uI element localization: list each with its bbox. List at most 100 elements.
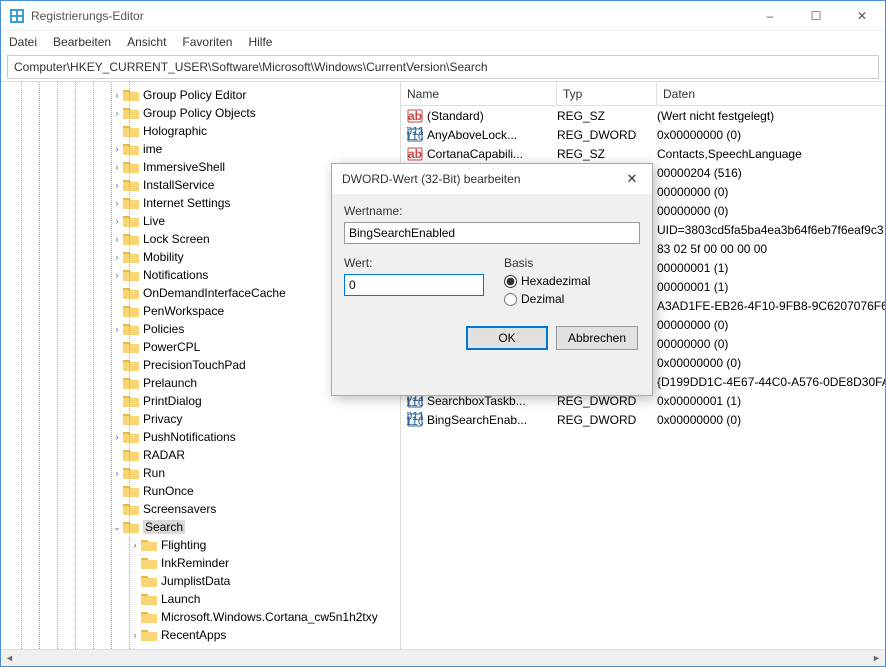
expand-icon[interactable]: › — [111, 432, 123, 442]
tree-item[interactable]: › Group Policy Objects — [1, 104, 400, 122]
cell-data: 00000000 (0) — [657, 318, 885, 332]
tree-item[interactable]: Privacy — [1, 410, 400, 428]
expand-icon[interactable]: › — [111, 162, 123, 172]
tree-item[interactable]: ›Run — [1, 464, 400, 482]
address-bar[interactable]: Computer\HKEY_CURRENT_USER\Software\Micr… — [7, 55, 879, 79]
minimize-button[interactable]: – — [747, 1, 793, 31]
tree-item[interactable]: JumplistData — [1, 572, 400, 590]
reg-sz-icon — [407, 108, 423, 124]
tree-item-label: RADAR — [143, 448, 185, 462]
expand-icon[interactable]: › — [129, 630, 141, 640]
dialog-close-button[interactable]: ✕ — [612, 164, 652, 194]
folder-icon — [123, 178, 139, 192]
tree-item[interactable]: RADAR — [1, 446, 400, 464]
tree-item[interactable]: ›PushNotifications — [1, 428, 400, 446]
cell-data: 00000001 (1) — [657, 280, 885, 294]
expand-icon[interactable]: › — [111, 252, 123, 262]
expand-icon[interactable]: › — [111, 468, 123, 478]
folder-icon — [123, 250, 139, 264]
value-name-input[interactable] — [344, 222, 640, 244]
menu-edit[interactable]: Bearbeiten — [53, 35, 111, 49]
window-title: Registrierungs-Editor — [31, 9, 747, 23]
expand-icon[interactable]: › — [111, 324, 123, 334]
list-row[interactable]: CortanaCapabili...REG_SZContacts,SpeechL… — [401, 144, 885, 163]
cell-type: REG_DWORD — [557, 128, 657, 142]
menu-favorites[interactable]: Favoriten — [182, 35, 232, 49]
cell-data: 0x00000000 (0) — [657, 413, 885, 427]
col-name[interactable]: Name — [401, 82, 557, 105]
value-data-input[interactable] — [344, 274, 484, 296]
cell-data: 0x00000000 (0) — [657, 128, 885, 142]
col-data[interactable]: Daten — [657, 82, 885, 105]
tree-item[interactable]: Screensavers — [1, 500, 400, 518]
expand-icon[interactable]: › — [111, 108, 123, 118]
tree-item[interactable]: RunOnce — [1, 482, 400, 500]
expand-icon[interactable]: › — [111, 216, 123, 226]
folder-icon — [123, 124, 139, 138]
expand-icon[interactable]: › — [111, 198, 123, 208]
cell-name: CortanaCapabili... — [427, 147, 557, 161]
tree-item[interactable]: ›RecentApps — [1, 626, 400, 644]
ok-button[interactable]: OK — [466, 326, 548, 350]
scrollbar-horizontal[interactable]: ◄ ► — [1, 649, 885, 666]
tree-item[interactable]: InkReminder — [1, 554, 400, 572]
reg-sz-icon — [407, 146, 423, 162]
tree-item[interactable]: Launch — [1, 590, 400, 608]
expand-icon[interactable]: › — [111, 90, 123, 100]
tree-item[interactable]: ⌄Search — [1, 518, 400, 536]
dialog-titlebar[interactable]: DWORD-Wert (32-Bit) bearbeiten ✕ — [332, 164, 652, 194]
list-header[interactable]: Name Typ Daten — [401, 82, 885, 106]
folder-icon — [123, 286, 139, 300]
radio-hex[interactable] — [504, 275, 517, 288]
cell-type: REG_SZ — [557, 147, 657, 161]
tree-item-label: Flighting — [161, 538, 206, 552]
radio-dec[interactable] — [504, 293, 517, 306]
tree-item-label: Internet Settings — [143, 196, 230, 210]
tree-item[interactable]: › Flighting — [1, 536, 400, 554]
tree-item[interactable]: Microsoft.Windows.Cortana_cw5n1h2txy — [1, 608, 400, 626]
scroll-right-icon[interactable]: ► — [868, 650, 885, 667]
tree-item-label: Lock Screen — [143, 232, 210, 246]
tree-item-label: PowerCPL — [143, 340, 200, 354]
col-type[interactable]: Typ — [557, 82, 657, 105]
titlebar[interactable]: Registrierungs-Editor – ☐ ✕ — [1, 1, 885, 31]
radio-hex-label: Hexadezimal — [521, 274, 590, 288]
maximize-button[interactable]: ☐ — [793, 1, 839, 31]
folder-icon — [123, 232, 139, 246]
folder-icon — [123, 268, 139, 282]
tree-item-label: PrintDialog — [143, 394, 202, 408]
folder-icon — [123, 358, 139, 372]
expand-icon[interactable]: ⌄ — [111, 522, 123, 533]
expand-icon[interactable]: › — [111, 180, 123, 190]
tree-item-label: ImmersiveShell — [143, 160, 225, 174]
close-button[interactable]: ✕ — [839, 1, 885, 31]
tree-item[interactable]: ›Group Policy Editor — [1, 86, 400, 104]
menu-view[interactable]: Ansicht — [127, 35, 166, 49]
cell-type: REG_SZ — [557, 109, 657, 123]
scroll-left-icon[interactable]: ◄ — [1, 650, 18, 667]
cell-data: 00000000 (0) — [657, 204, 885, 218]
cell-data: 0x00000000 (0) — [657, 356, 885, 370]
expand-icon[interactable]: › — [111, 270, 123, 280]
folder-icon — [123, 214, 139, 228]
tree-item[interactable]: ›ime — [1, 140, 400, 158]
folder-icon — [123, 484, 139, 498]
menu-file[interactable]: Datei — [9, 35, 37, 49]
folder-icon — [123, 376, 139, 390]
expand-icon[interactable]: › — [111, 144, 123, 154]
expand-icon[interactable]: › — [129, 540, 141, 550]
dialog-title: DWORD-Wert (32-Bit) bearbeiten — [342, 172, 612, 186]
tree-item-label: Group Policy Objects — [143, 106, 256, 120]
tree-item[interactable]: Holographic — [1, 122, 400, 140]
list-row[interactable]: BingSearchEnab...REG_DWORD0x00000000 (0) — [401, 410, 885, 429]
list-row[interactable]: AnyAboveLock...REG_DWORD0x00000000 (0) — [401, 125, 885, 144]
tree-item-label: Launch — [161, 592, 200, 606]
expand-icon[interactable]: › — [111, 234, 123, 244]
cell-data: 00000000 (0) — [657, 185, 885, 199]
cancel-button[interactable]: Abbrechen — [556, 326, 638, 350]
tree-item-label: Privacy — [143, 412, 182, 426]
list-row[interactable]: (Standard)REG_SZ(Wert nicht festgelegt) — [401, 106, 885, 125]
folder-icon — [123, 448, 139, 462]
cell-name: (Standard) — [427, 109, 557, 123]
menu-help[interactable]: Hilfe — [248, 35, 272, 49]
